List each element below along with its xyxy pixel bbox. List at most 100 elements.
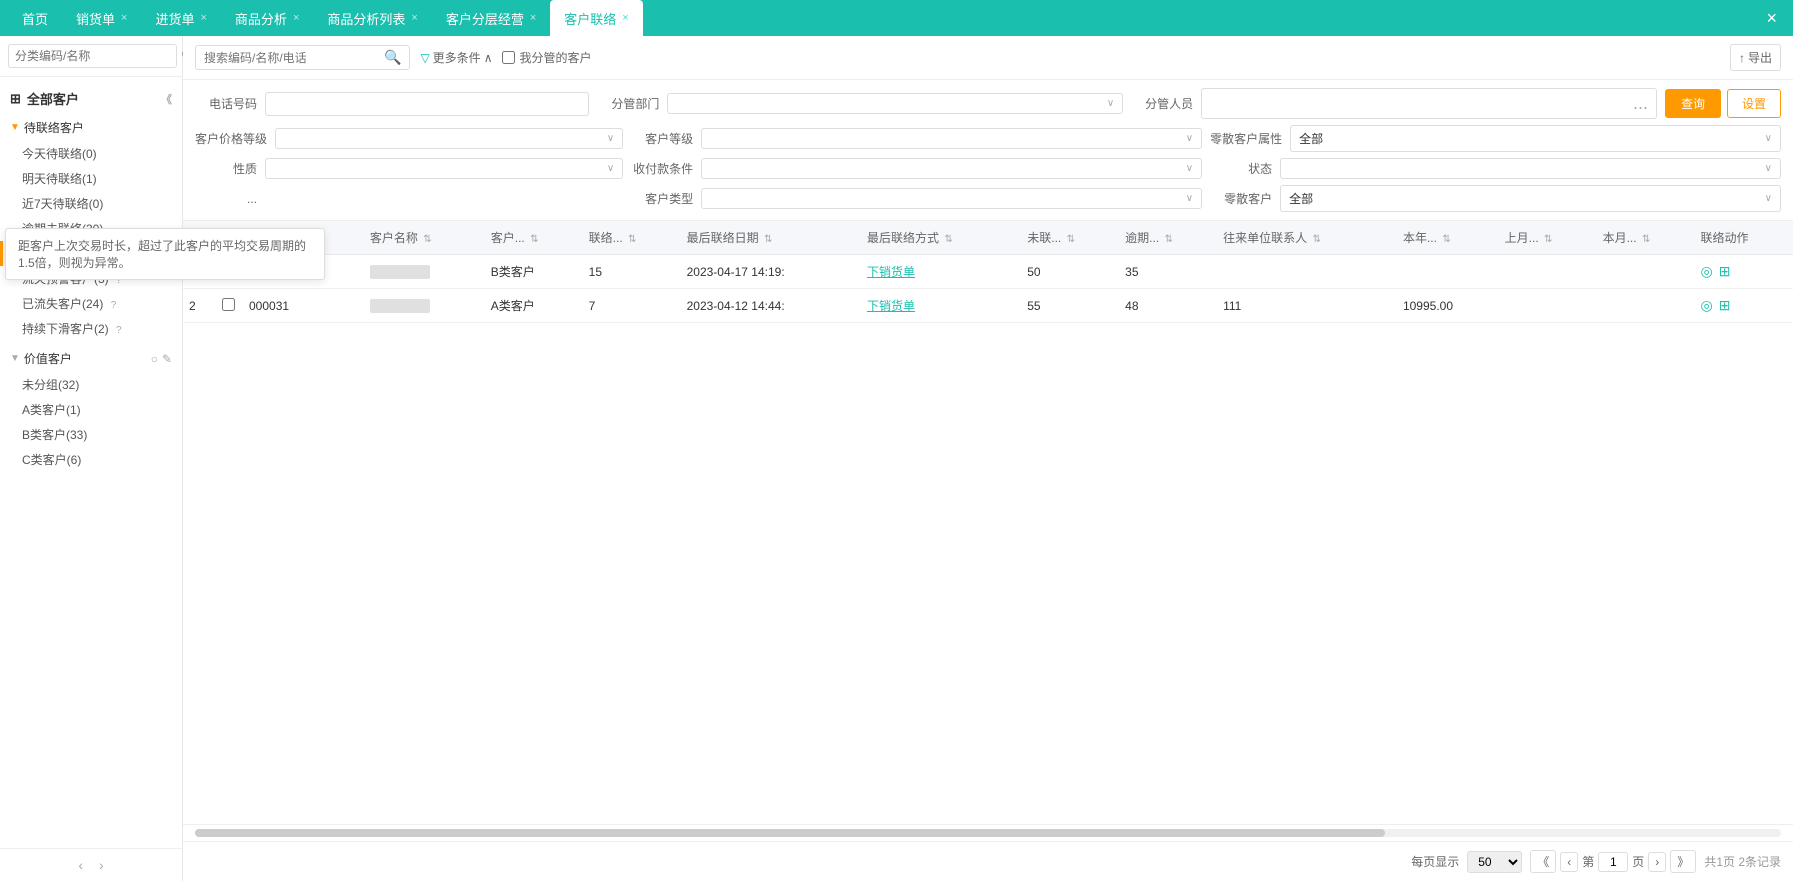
row2-contact-icon[interactable]: ◎ [1701,297,1713,314]
customer-level-select[interactable]: ∨ [701,128,1202,149]
sidebar-collapse-icon[interactable]: 《 [161,91,172,107]
sidebar-all-customers[interactable]: ⊞ 全部客户 《 [0,83,182,114]
close-tab-purchase-icon[interactable]: × [200,12,206,24]
row1-overdue: 35 [1119,255,1217,289]
sort-date-icon[interactable]: ⇅ [764,234,772,245]
filter-gender: 性质 ∨ [195,158,623,179]
close-tab-sales-icon[interactable]: × [121,12,127,24]
customer-type-select[interactable]: ∨ [701,188,1202,209]
row2-select[interactable] [222,298,235,311]
row2-method-link[interactable]: 下销货单 [867,299,915,313]
export-button[interactable]: ↑ 导出 [1730,44,1781,71]
grid-icon: ⊞ [10,91,21,107]
filter-phone: 电话号码 [195,92,589,116]
already-lost-info-icon[interactable]: ? [111,300,117,311]
payment-arrow-icon: ∨ [1186,163,1193,174]
tab-home[interactable]: 首页 [8,0,62,36]
tab-customer-contact[interactable]: 客户联络 × [550,0,642,36]
filter-status: 状态 ∨ [1210,158,1781,179]
sidebar-item-tomorrow[interactable]: 明天待联络(1) [0,166,182,191]
pending-section-label: 待联络客户 [24,119,84,136]
retail-customer-select[interactable]: 全部 ∨ [1280,185,1781,212]
first-page-button[interactable]: 《 [1530,850,1556,873]
sidebar-search-input[interactable] [8,44,177,68]
manager-select[interactable]: ... [1201,88,1657,119]
close-tab-product-list-icon[interactable]: × [411,12,417,24]
scrollbar-thumb[interactable] [195,829,1385,837]
filter-retail-attr: 零散客户属性 全部 ∨ [1210,125,1781,152]
sort-name-icon[interactable]: ⇅ [423,234,431,245]
row1-more-icon[interactable]: ⊞ [1719,263,1731,280]
close-tab-contact-icon[interactable]: × [622,12,628,24]
row1-this-month [1597,255,1695,289]
search-input[interactable] [204,51,384,65]
sort-method-icon[interactable]: ⇅ [944,234,952,245]
window-close-button[interactable]: × [1758,8,1785,29]
sort-type-icon[interactable]: ⇅ [530,234,538,245]
row2-more-icon[interactable]: ⊞ [1719,297,1731,314]
sort-year-icon[interactable]: ⇅ [1442,234,1450,245]
close-tab-product-icon[interactable]: × [293,12,299,24]
table-row: 1 000039 B类客户 15 2023-04-17 14:19: 下销货单 [183,255,1793,289]
retail-attr-select[interactable]: 全部 ∨ [1290,125,1781,152]
price-level-select[interactable]: ∨ [275,128,623,149]
page-label: 第 [1582,853,1594,870]
col-this-year: 本年... ⇅ [1397,221,1499,255]
row2-name [364,289,485,323]
arrow-down-icon: ▼ [10,122,20,133]
declining-info-icon[interactable]: ? [116,325,122,336]
tab-sales-order[interactable]: 销货单 × [62,0,141,36]
sort-not-icon[interactable]: ⇅ [1067,234,1075,245]
horizontal-scrollbar[interactable] [195,829,1781,837]
sidebar-pending-header[interactable]: ▼ 待联络客户 [0,114,182,141]
sidebar-item-a-class[interactable]: A类客户(1) [0,397,182,422]
sidebar-item-today[interactable]: 今天待联络(0) [0,141,182,166]
dept-select[interactable]: ∨ [667,93,1123,114]
my-customer-check[interactable] [502,51,515,64]
per-page-select[interactable]: 50 100 200 [1467,851,1522,873]
page-input[interactable] [1598,852,1628,872]
next-page-button[interactable]: › [1648,852,1666,872]
last-page-button[interactable]: 》 [1670,850,1696,873]
sidebar-item-declining[interactable]: 持续下滑客户(2) ? [0,316,182,341]
sort-lastmonth-icon[interactable]: ⇅ [1544,234,1552,245]
sidebar-item-b-class[interactable]: B类客户(33) [0,422,182,447]
row2-num: 2 [183,289,213,323]
phone-input[interactable] [265,92,589,116]
sidebar-item-already-lost[interactable]: 已流失客户(24) ? [0,291,182,316]
row1-contact-person [1217,255,1397,289]
setting-button[interactable]: 设置 [1727,89,1781,118]
payment-select[interactable]: ∨ [701,158,1202,179]
row2-this-month [1597,289,1695,323]
sidebar-prev-btn[interactable]: ‹ [74,853,87,877]
my-customer-checkbox[interactable]: 我分管的客户 [502,49,591,66]
sidebar-item-ungrouped[interactable]: 未分组(32) [0,372,182,397]
sort-person-icon[interactable]: ⇅ [1312,234,1320,245]
circle-icon[interactable]: ○ [151,352,158,366]
sort-count-icon[interactable]: ⇅ [628,234,636,245]
search-icon[interactable]: 🔍 [384,49,401,66]
prev-page-button[interactable]: ‹ [1560,852,1578,872]
gender-select[interactable]: ∨ [265,158,623,179]
sort-thismonth-icon[interactable]: ⇅ [1642,234,1650,245]
query-button[interactable]: 查询 [1665,89,1721,118]
row1-method-link[interactable]: 下销货单 [867,265,915,279]
tab-purchase-order[interactable]: 进货单 × [141,0,220,36]
sidebar-next-btn[interactable]: › [95,853,108,877]
tab-customer-mgmt[interactable]: 客户分层经营 × [432,0,550,36]
status-select[interactable]: ∨ [1280,158,1781,179]
col-not-contacted: 未联... ⇅ [1021,221,1119,255]
tab-product-list[interactable]: 商品分析列表 × [313,0,431,36]
row1-contact-icon[interactable]: ◎ [1701,263,1713,280]
sidebar-value-header[interactable]: ▼ 价值客户 ○ ✎ [0,345,182,372]
edit-icon[interactable]: ✎ [162,352,172,366]
sort-overdue-icon[interactable]: ⇅ [1165,234,1173,245]
row1-last-month [1499,255,1597,289]
page-end-label: 页 [1632,853,1644,870]
sidebar-item-c-class[interactable]: C类客户(6) [0,447,182,472]
row2-overdue: 48 [1119,289,1217,323]
close-tab-customer-mgmt-icon[interactable]: × [530,12,536,24]
tab-product-analysis[interactable]: 商品分析 × [221,0,313,36]
more-filter-button[interactable]: ▽ 更多条件 ∧ [420,49,492,66]
sidebar-item-7days[interactable]: 近7天待联络(0) [0,191,182,216]
